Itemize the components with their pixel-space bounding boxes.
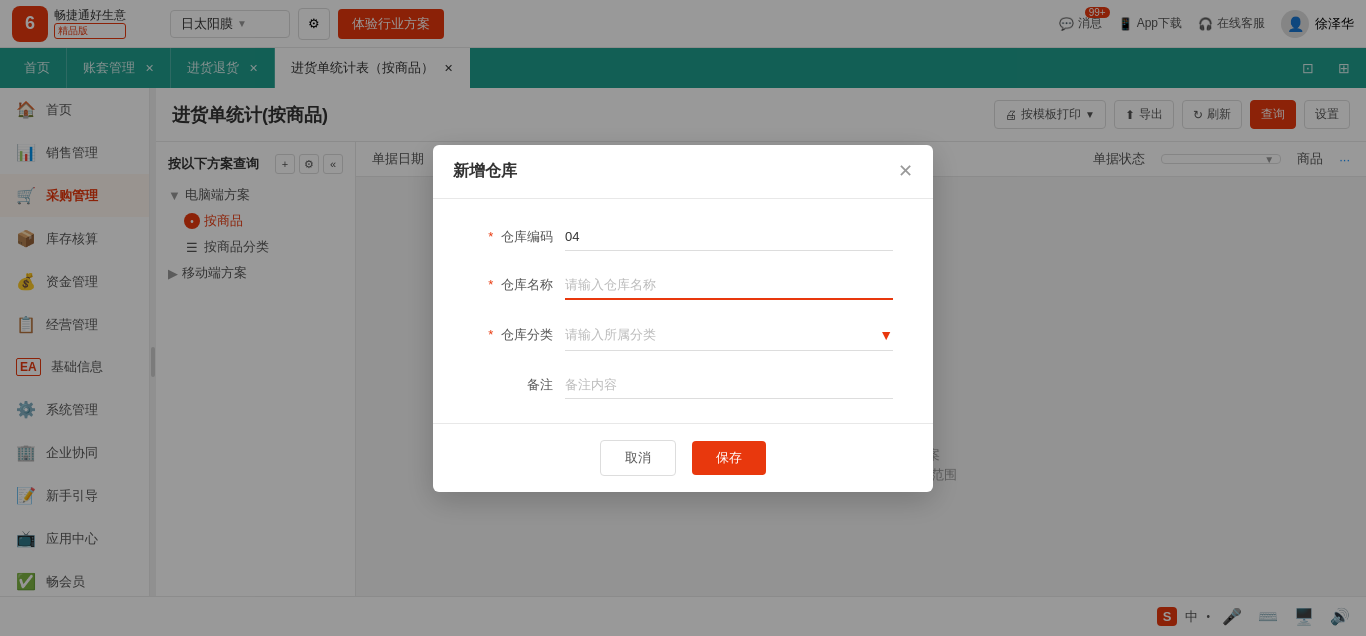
- category-placeholder: 请输入所属分类: [565, 326, 656, 344]
- modal-title: 新增仓库: [453, 161, 517, 182]
- category-dropdown-arrow: ▼: [879, 327, 893, 343]
- save-button[interactable]: 保存: [692, 441, 766, 475]
- category-label-text: 仓库分类: [501, 327, 553, 342]
- code-label-text: 仓库编码: [501, 229, 553, 244]
- modal-footer: 取消 保存: [433, 423, 933, 492]
- required-star-name: *: [488, 277, 493, 292]
- name-label-text: 仓库名称: [501, 277, 553, 292]
- required-star-code: *: [488, 229, 493, 244]
- category-select[interactable]: 请输入所属分类 ▼: [565, 320, 893, 351]
- form-row-code: * 仓库编码: [473, 223, 893, 251]
- code-label: * 仓库编码: [473, 228, 553, 246]
- form-row-name: * 仓库名称: [473, 271, 893, 300]
- modal-overlay[interactable]: 新增仓库 ✕ * 仓库编码 * 仓库名称: [0, 0, 1366, 636]
- required-star-category: *: [488, 327, 493, 342]
- code-input[interactable]: [565, 223, 893, 251]
- note-input[interactable]: [565, 371, 893, 399]
- name-label: * 仓库名称: [473, 276, 553, 294]
- name-input[interactable]: [565, 271, 893, 300]
- note-label-text: 备注: [527, 377, 553, 392]
- cancel-button[interactable]: 取消: [600, 440, 676, 476]
- modal-close-button[interactable]: ✕: [898, 162, 913, 180]
- category-label: * 仓库分类: [473, 326, 553, 344]
- modal-header: 新增仓库 ✕: [433, 145, 933, 199]
- add-warehouse-modal: 新增仓库 ✕ * 仓库编码 * 仓库名称: [433, 145, 933, 492]
- note-label: 备注: [473, 376, 553, 394]
- form-row-note: 备注: [473, 371, 893, 399]
- form-row-category: * 仓库分类 请输入所属分类 ▼: [473, 320, 893, 351]
- modal-body: * 仓库编码 * 仓库名称 * 仓库分类 请输入: [433, 199, 933, 423]
